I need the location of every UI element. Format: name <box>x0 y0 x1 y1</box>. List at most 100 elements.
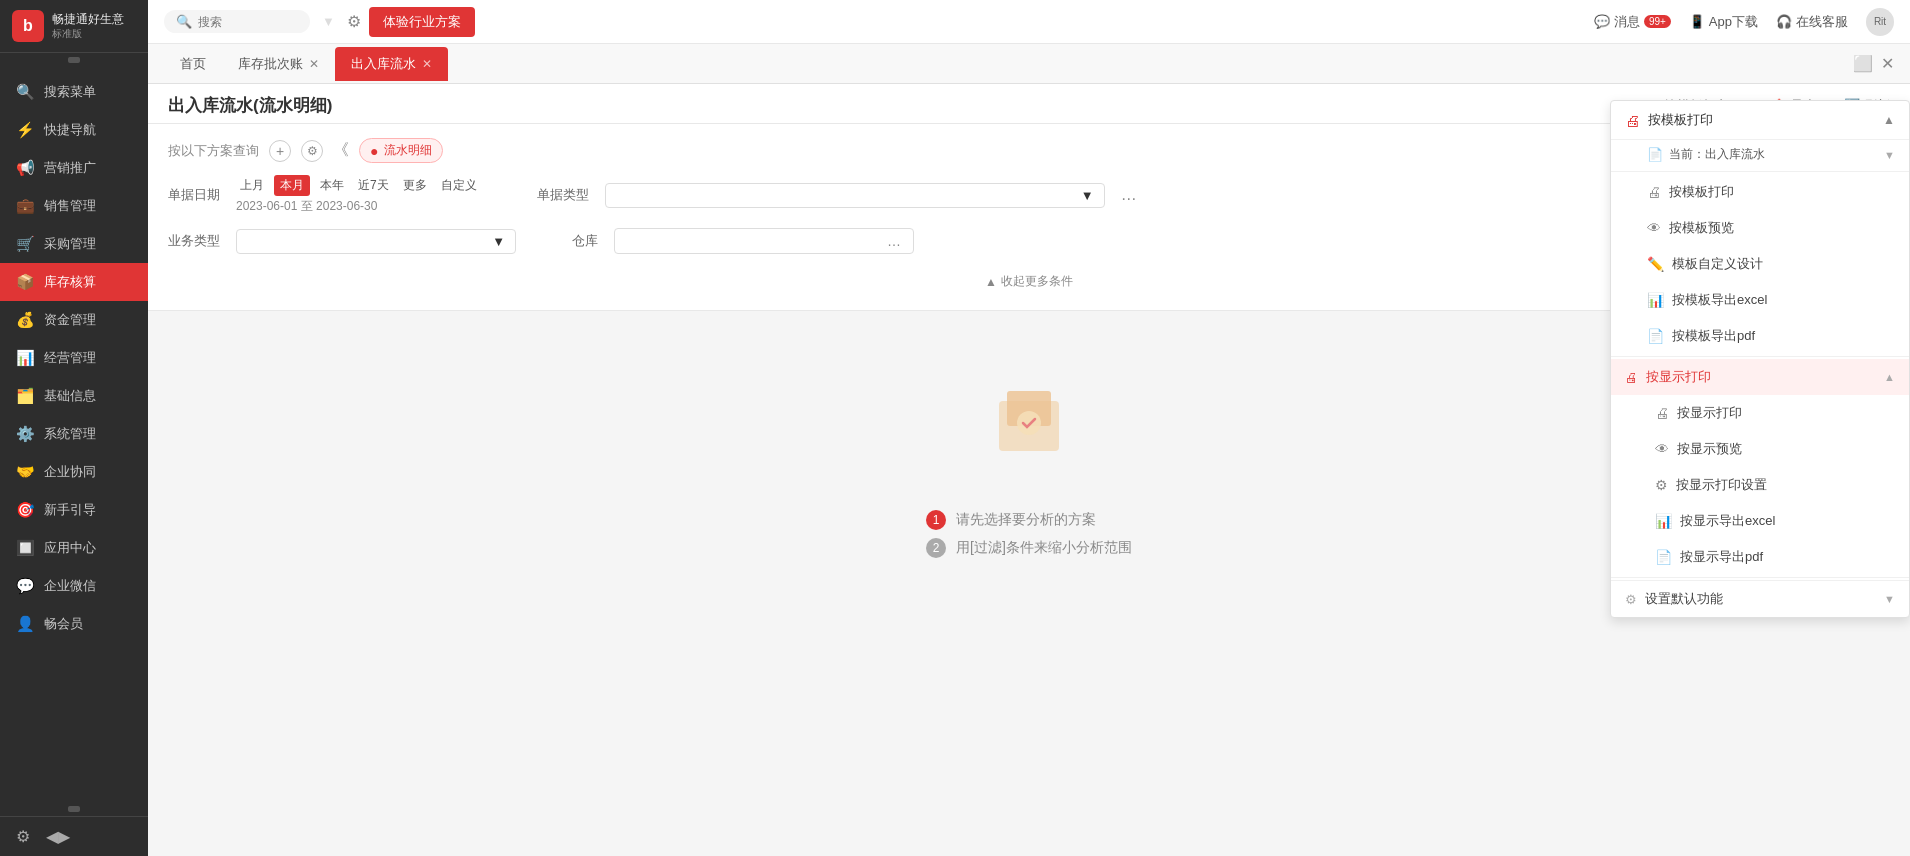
header-search-box[interactable]: 🔍 <box>164 10 310 33</box>
dropdown-header-left: 🖨 按模板打印 <box>1625 111 1713 129</box>
purchase-icon: 🛒 <box>16 235 34 253</box>
dropdown-item-display-settings[interactable]: ⚙ 按显示打印设置 <box>1611 467 1909 503</box>
warehouse-label: 仓库 <box>572 232 598 250</box>
display-preview-label: 按显示预览 <box>1677 440 1742 458</box>
company-name: 畅捷通好生意 <box>52 11 124 28</box>
tab-batch[interactable]: 库存批次账 ✕ <box>222 47 335 81</box>
display-section-header[interactable]: 🖨 按显示打印 ▲ <box>1611 359 1909 395</box>
display-pdf-icon: 📄 <box>1655 549 1672 565</box>
tab-flow[interactable]: 出入库流水 ✕ <box>335 47 448 81</box>
dropdown-item-template-print[interactable]: 🖨 按模板打印 <box>1611 174 1909 210</box>
dropdown-item-template-pdf[interactable]: 📄 按模板导出pdf <box>1611 318 1909 354</box>
sidebar-item-operations[interactable]: 📊 经营管理 <box>0 339 148 377</box>
display-settings-label: 按显示打印设置 <box>1676 476 1767 494</box>
sidebar-item-marketing[interactable]: 📢 营销推广 <box>0 149 148 187</box>
settings-icon[interactable]: ⚙ <box>16 827 30 846</box>
customer-service-label: 在线客服 <box>1796 13 1848 31</box>
dropdown-header[interactable]: 🖨 按模板打印 ▲ <box>1611 101 1909 140</box>
sidebar-scroll-up[interactable] <box>0 53 148 67</box>
sidebar-item-system[interactable]: ⚙️ 系统管理 <box>0 415 148 453</box>
dropdown-item-display-preview[interactable]: 👁 按显示预览 <box>1611 431 1909 467</box>
sales-icon: 💼 <box>16 197 34 215</box>
dropdown-footer[interactable]: ⚙ 设置默认功能 ▼ <box>1611 580 1909 617</box>
filter-add-btn[interactable]: + <box>269 140 291 162</box>
app-download-btn[interactable]: 📱 App下载 <box>1689 13 1758 31</box>
sidebar-scroll-down[interactable] <box>0 802 148 816</box>
app-center-icon: 🔲 <box>16 539 34 557</box>
page-title: 出入库流水(流水明细) <box>168 94 332 117</box>
filter-settings-btn[interactable]: ⚙ <box>301 140 323 162</box>
sidebar-item-guide[interactable]: 🎯 新手引导 <box>0 491 148 529</box>
sidebar-item-enterprise[interactable]: 🤝 企业协同 <box>0 453 148 491</box>
sidebar-item-label: 新手引导 <box>44 501 96 519</box>
trial-btn[interactable]: 体验行业方案 <box>369 7 475 37</box>
biz-type-select[interactable]: ▼ <box>236 229 516 254</box>
shortcut-this-month[interactable]: 本月 <box>274 175 310 196</box>
messages-btn[interactable]: 💬 消息 99+ <box>1594 13 1671 31</box>
filter-collapse-btn[interactable]: 《 <box>333 140 349 161</box>
tab-batch-label: 库存批次账 <box>238 55 303 73</box>
divider-after-current <box>1611 171 1909 172</box>
sidebar-item-app-center[interactable]: 🔲 应用中心 <box>0 529 148 567</box>
tab-bar: 首页 库存批次账 ✕ 出入库流水 ✕ ⬜ ✕ <box>148 44 1910 84</box>
dropdown-item-display-print[interactable]: 🖨 按显示打印 <box>1611 395 1909 431</box>
search-input[interactable] <box>198 15 298 29</box>
doc-type-select[interactable]: ▼ <box>605 183 1105 208</box>
tab-home[interactable]: 首页 <box>164 47 222 81</box>
sidebar-item-inventory[interactable]: 📦 库存核算 <box>0 263 148 301</box>
display-print-item-icon: 🖨 <box>1655 405 1669 421</box>
membership-icon: 👤 <box>16 615 34 633</box>
step-2-num: 2 <box>926 538 946 558</box>
sidebar-item-membership[interactable]: 👤 畅会员 <box>0 605 148 643</box>
header-right: 💬 消息 99+ 📱 App下载 🎧 在线客服 Rit <box>1594 8 1894 36</box>
sidebar-item-finance[interactable]: 💰 资金管理 <box>0 301 148 339</box>
tab-flow-close[interactable]: ✕ <box>422 57 432 71</box>
filter-tag[interactable]: ● 流水明细 <box>359 138 443 163</box>
tab-home-label: 首页 <box>180 55 206 73</box>
warehouse-select[interactable]: … <box>614 228 914 254</box>
current-label: 当前：出入库流水 <box>1669 146 1765 163</box>
user-avatar-area[interactable]: Rit <box>1866 8 1894 36</box>
sidebar-item-sales[interactable]: 💼 销售管理 <box>0 187 148 225</box>
shortcut-this-year[interactable]: 本年 <box>316 175 348 196</box>
date-shortcuts: 上月 本月 本年 近7天 更多 自定义 <box>236 175 481 196</box>
sidebar: b 畅捷通好生意 标准版 🔍 搜索菜单 ⚡ 快捷导航 📢 营销推广 💼 销售管理… <box>0 0 148 856</box>
customer-service-btn[interactable]: 🎧 在线客服 <box>1776 13 1848 31</box>
messages-label: 消息 <box>1614 13 1640 31</box>
sidebar-item-label: 采购管理 <box>44 235 96 253</box>
shortcut-more[interactable]: 更多 <box>399 175 431 196</box>
sidebar-item-wechat[interactable]: 💬 企业微信 <box>0 567 148 605</box>
footer-chevron: ▼ <box>1884 593 1895 605</box>
sidebar-item-quick-nav[interactable]: ⚡ 快捷导航 <box>0 111 148 149</box>
shortcut-custom[interactable]: 自定义 <box>437 175 481 196</box>
tab-batch-close[interactable]: ✕ <box>309 57 319 71</box>
dropdown-item-display-excel[interactable]: 📊 按显示导出excel <box>1611 503 1909 539</box>
dropdown-print-icon: 🖨 <box>1625 112 1640 129</box>
more-options-dots[interactable]: … <box>1121 186 1139 204</box>
template-preview-label: 按模板预览 <box>1669 219 1734 237</box>
biz-type-chevron: ▼ <box>492 234 505 249</box>
sidebar-item-purchase[interactable]: 🛒 采购管理 <box>0 225 148 263</box>
sidebar-item-label: 畅会员 <box>44 615 83 633</box>
dropdown-footer-left: ⚙ 设置默认功能 <box>1625 590 1723 608</box>
shortcut-7days[interactable]: 近7天 <box>354 175 393 196</box>
collapse-sidebar-icon[interactable]: ◀▶ <box>46 827 70 846</box>
header-gear-icon[interactable]: ⚙ <box>347 12 361 31</box>
tab-maximize-icon[interactable]: ⬜ <box>1853 54 1873 73</box>
search-icon: 🔍 <box>176 14 192 29</box>
system-icon: ⚙️ <box>16 425 34 443</box>
sidebar-item-basic-info[interactable]: 🗂️ 基础信息 <box>0 377 148 415</box>
sidebar-item-search[interactable]: 🔍 搜索菜单 <box>0 73 148 111</box>
warehouse-more-dots[interactable]: … <box>887 233 903 249</box>
dropdown-item-display-pdf[interactable]: 📄 按显示导出pdf <box>1611 539 1909 575</box>
dropdown-item-template-excel[interactable]: 📊 按模板导出excel <box>1611 282 1909 318</box>
shortcut-last-month[interactable]: 上月 <box>236 175 268 196</box>
dropdown-item-template-design[interactable]: ✏️ 模板自定义设计 <box>1611 246 1909 282</box>
template-pdf-label: 按模板导出pdf <box>1672 327 1755 345</box>
tab-close-all-icon[interactable]: ✕ <box>1881 54 1894 73</box>
dropdown-item-template-preview[interactable]: 👁 按模板预览 <box>1611 210 1909 246</box>
tab-flow-label: 出入库流水 <box>351 55 416 73</box>
print-dropdown-panel: 🖨 按模板打印 ▲ 📄 当前：出入库流水 ▼ 🖨 按模板打印 👁 按模板预览 ✏… <box>1610 100 1910 618</box>
template-print-label: 按模板打印 <box>1669 183 1734 201</box>
biz-type-label: 业务类型 <box>168 232 220 250</box>
